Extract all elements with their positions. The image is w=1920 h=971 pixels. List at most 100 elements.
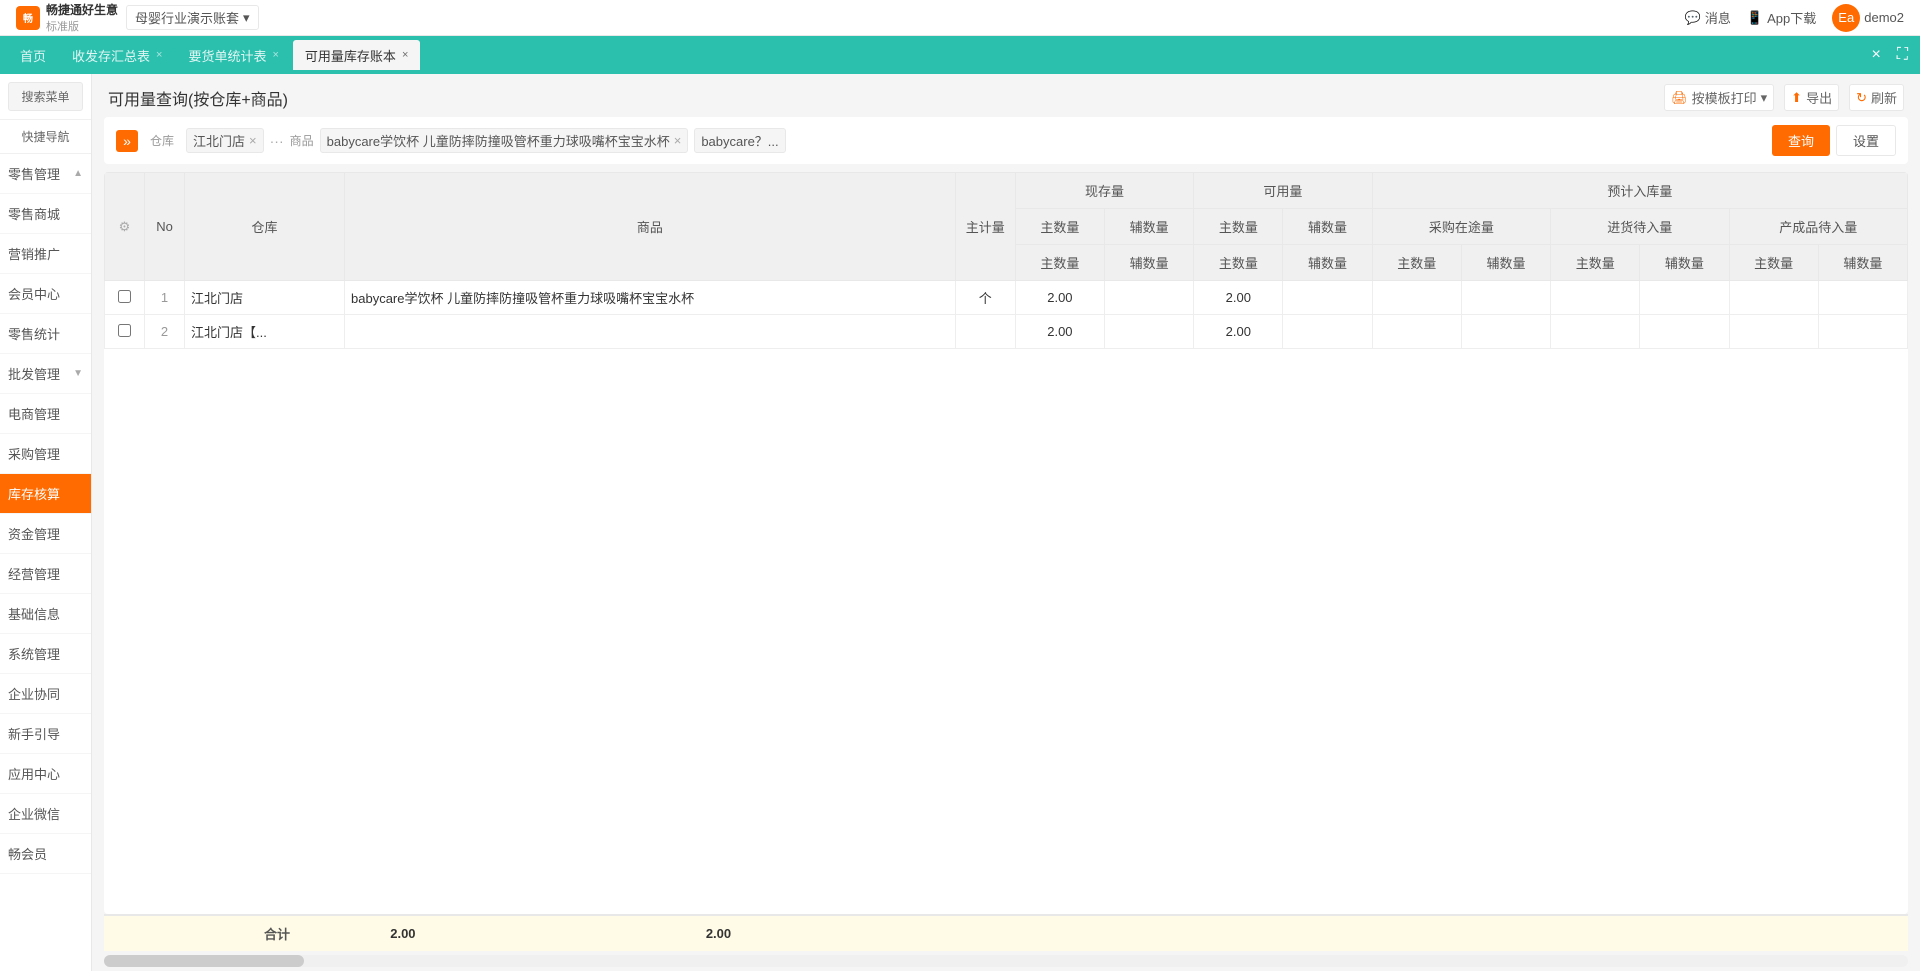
chevron-up-icon: ▲ xyxy=(73,168,83,179)
footer-inbound-aux xyxy=(1429,926,1587,941)
warehouse-tag-close-icon[interactable]: × xyxy=(249,133,257,148)
sidebar-item-retail-stats-label: 零售统计 xyxy=(8,324,60,343)
query-btn[interactable]: 查询 xyxy=(1772,125,1830,156)
sidebar-item-vip[interactable]: 畅会员 xyxy=(0,834,91,874)
sidebar-item-enterprise-wechat[interactable]: 企业微信 xyxy=(0,794,91,834)
sidebar-item-retail-stats[interactable]: 零售统计 xyxy=(0,314,91,354)
sidebar-item-marketing[interactable]: 营销推广 xyxy=(0,234,91,274)
industry-chevron-icon: ▾ xyxy=(243,10,250,26)
sidebar-item-member-center[interactable]: 会员中心 xyxy=(0,274,91,314)
message-btn[interactable]: 💬 消息 xyxy=(1685,8,1731,27)
tab-summary-close[interactable]: × xyxy=(156,49,162,61)
refresh-icon: ↻ xyxy=(1856,90,1867,106)
main-layout: 搜索菜单 快捷导航 零售管理 ▲ 零售商城 营销推广 会员中心 零售统计 批发管… xyxy=(0,74,1920,971)
footer-pur-aux xyxy=(1113,926,1271,941)
industry-select[interactable]: 母婴行业演示账套 ▾ xyxy=(126,5,259,30)
company-name: 畅捷通好生意 xyxy=(46,1,118,18)
gear-icon[interactable]: ⚙ xyxy=(119,219,131,234)
tab-available-stock-close[interactable]: × xyxy=(402,49,408,61)
row1-current-aux xyxy=(1105,281,1194,315)
sidebar-item-app-center[interactable]: 应用中心 xyxy=(0,754,91,794)
row1-checkbox[interactable] xyxy=(118,290,131,303)
sidebar-item-system-mgmt[interactable]: 系统管理 xyxy=(0,634,91,674)
message-label: 消息 xyxy=(1705,8,1731,27)
mobile-icon: 📱 xyxy=(1747,10,1763,26)
tab-bar-end: × ⛶ xyxy=(1867,46,1912,64)
sidebar-item-beginner[interactable]: 新手引导 xyxy=(0,714,91,754)
col-inbound-main: 主数量 xyxy=(1551,245,1640,281)
sidebar-item-purchase[interactable]: 采购管理 xyxy=(0,434,91,474)
sidebar-item-ecommerce-label: 电商管理 xyxy=(8,404,60,423)
sidebar-item-retail-mgmt[interactable]: 零售管理 ▲ xyxy=(0,154,91,194)
app-download-btn[interactable]: 📱 App下载 xyxy=(1747,8,1816,27)
sidebar-item-ecommerce[interactable]: 电商管理 xyxy=(0,394,91,434)
sidebar-item-retail-mall[interactable]: 零售商城 xyxy=(0,194,91,234)
product-tag-2[interactable]: babycare？... xyxy=(694,128,785,153)
row2-check[interactable] xyxy=(105,315,145,349)
logo-icon: 畅 xyxy=(16,6,40,30)
tab-close-all-btn[interactable]: × xyxy=(1867,46,1884,64)
sidebar-item-app-center-label: 应用中心 xyxy=(8,764,60,783)
row1-check[interactable] xyxy=(105,281,145,315)
tab-summary[interactable]: 收发存汇总表 × xyxy=(60,40,174,70)
row2-avail-main: 2.00 xyxy=(1194,315,1283,349)
print-label: 按模板打印 xyxy=(1692,88,1757,107)
row1-warehouse: 江北门店 xyxy=(185,281,345,315)
sidebar-item-wholesale-mgmt[interactable]: 批发管理 ▼ xyxy=(0,354,91,394)
product-tag-1[interactable]: babycare学饮杯 儿童防摔防撞吸管杯重力球吸嘴杯宝宝水杯 × xyxy=(320,128,689,153)
sidebar-item-finance[interactable]: 资金管理 xyxy=(0,514,91,554)
sidebar-item-inventory-label: 库存核算 xyxy=(8,484,60,503)
quick-nav-btn[interactable]: 快捷导航 xyxy=(0,120,91,154)
footer-pur-main xyxy=(955,926,1113,941)
refresh-btn[interactable]: ↻ 刷新 xyxy=(1849,84,1904,111)
horizontal-scrollbar[interactable] xyxy=(104,955,1908,967)
tab-home[interactable]: 首页 xyxy=(8,40,58,70)
tab-available-stock[interactable]: 可用量库存账本 × xyxy=(293,40,420,70)
search-menu-btn[interactable]: 搜索菜单 xyxy=(8,82,83,111)
product-tag-1-close-icon[interactable]: × xyxy=(674,133,682,148)
export-icon: ⬆ xyxy=(1791,90,1802,106)
col-current-aux: 辅数量 xyxy=(1105,209,1194,245)
scrollbar-thumb[interactable] xyxy=(104,955,304,967)
filter-expand-btn[interactable]: » xyxy=(116,130,138,152)
page-header: 可用量查询(按仓库+商品) 🖨 按模板打印 ▾ ⬆ 导出 ↻ 刷新 xyxy=(92,74,1920,117)
app-download-label: App下载 xyxy=(1767,8,1816,27)
export-btn[interactable]: ⬆ 导出 xyxy=(1784,84,1839,111)
warehouse-filter-label: 仓库 xyxy=(150,132,174,149)
footer-avail-main: 2.00 xyxy=(640,926,798,941)
print-icon: 🖨 xyxy=(1671,90,1688,106)
filter-dots[interactable]: ··· xyxy=(270,133,284,149)
footer-current-aux xyxy=(482,926,640,941)
row2-inbound-main xyxy=(1551,315,1640,349)
sidebar-item-enterprise-collab[interactable]: 企业协同 xyxy=(0,674,91,714)
sidebar-item-inventory[interactable]: 库存核算 xyxy=(0,474,91,514)
sidebar-item-wholesale-mgmt-label: 批发管理 xyxy=(8,364,60,383)
warehouse-tag-value: 江北门店 xyxy=(193,131,245,150)
footer-avail-aux xyxy=(797,926,955,941)
sidebar-item-operations-label: 经营管理 xyxy=(8,564,60,583)
sidebar-item-operations[interactable]: 经营管理 xyxy=(0,554,91,594)
row2-product xyxy=(345,315,956,349)
print-chevron-icon: ▾ xyxy=(1761,90,1768,106)
row2-checkbox[interactable] xyxy=(118,324,131,337)
sidebar-item-basic-info[interactable]: 基础信息 xyxy=(0,594,91,634)
footer-label: 合计 xyxy=(264,924,324,943)
tab-order-stats[interactable]: 要货单统计表 × xyxy=(176,40,290,70)
sidebar-item-system-mgmt-label: 系统管理 xyxy=(8,644,60,663)
tab-order-stats-close[interactable]: × xyxy=(272,49,278,61)
print-template-btn[interactable]: 🖨 按模板打印 ▾ xyxy=(1664,84,1774,111)
setting-btn[interactable]: 设置 xyxy=(1836,125,1896,156)
footer-values: 2.00 2.00 xyxy=(324,926,1902,941)
user-name: demo2 xyxy=(1864,10,1904,25)
tab-expand-btn[interactable]: ⛶ xyxy=(1893,46,1912,64)
row2-product-main xyxy=(1729,315,1818,349)
warehouse-tag[interactable]: 江北门店 × xyxy=(186,128,264,153)
tab-summary-label: 收发存汇总表 xyxy=(72,46,150,65)
col-pur-transit-aux: 辅数量 xyxy=(1461,245,1550,281)
tab-bar: 首页 收发存汇总表 × 要货单统计表 × 可用量库存账本 × × ⛶ xyxy=(0,36,1920,74)
user-area[interactable]: Ea demo2 xyxy=(1832,4,1904,32)
row1-current-main: 2.00 xyxy=(1015,281,1104,315)
sidebar-item-beginner-label: 新手引导 xyxy=(8,724,60,743)
sidebar-item-retail-mgmt-label: 零售管理 xyxy=(8,164,60,183)
col-current-main: 主数量 xyxy=(1015,209,1104,245)
